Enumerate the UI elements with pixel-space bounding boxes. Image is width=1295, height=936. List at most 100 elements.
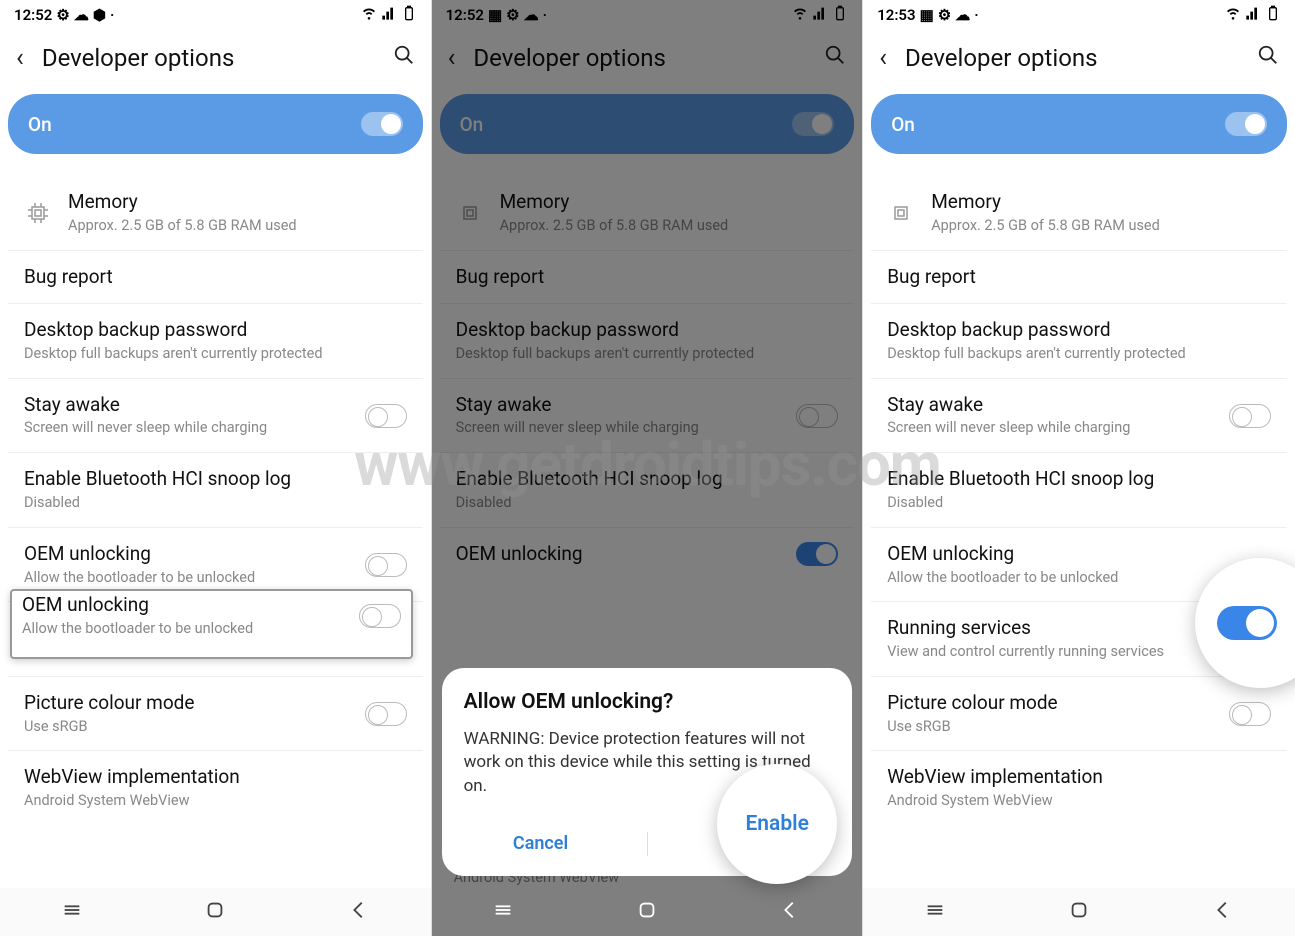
phone-screen-1: 12:52 ⚙ ☁ ⬢ · ‹ Developer options <box>0 0 432 936</box>
oem-sub: Allow the bootloader to be unlocked <box>24 569 349 588</box>
web-title: WebView implementation <box>24 765 407 790</box>
stay-awake-sub: Screen will never sleep while charging <box>887 419 1213 438</box>
webview-item[interactable]: WebView implementation Android System We… <box>8 751 423 825</box>
web-title: WebView implementation <box>887 765 1271 790</box>
oem-title-hl: OEM unlocking <box>22 593 359 618</box>
bt-sub: Disabled <box>24 494 407 513</box>
dot-icon: · <box>110 6 114 24</box>
signal-icon <box>381 5 397 25</box>
nav-home[interactable] <box>636 899 658 925</box>
cloud-icon: ☁ <box>955 6 970 24</box>
master-toggle-switch[interactable] <box>1225 112 1267 136</box>
wifi-icon <box>361 5 377 25</box>
bt-sub: Disabled <box>887 494 1271 513</box>
stay-awake-toggle[interactable] <box>1229 404 1271 428</box>
cloud-icon: ☁ <box>74 6 89 24</box>
chip-icon <box>24 201 52 225</box>
phone-screen-3: 12:53 ▦ ⚙ ☁ · ‹ Developer options On <box>863 0 1295 936</box>
stay-awake-item[interactable]: Stay awake Screen will never sleep while… <box>871 379 1287 454</box>
memory-sub: Approx. 2.5 GB of 5.8 GB RAM used <box>68 217 407 236</box>
status-time: 12:53 <box>877 6 915 24</box>
dialog-separator <box>647 832 648 856</box>
picture-colour-item[interactable]: Picture colour mode Use sRGB <box>871 677 1287 752</box>
stay-awake-sub: Screen will never sleep while charging <box>24 419 349 438</box>
oem-title: OEM unlocking <box>24 542 349 567</box>
desktop-backup-item[interactable]: Desktop backup password Desktop full bac… <box>8 304 423 379</box>
stay-awake-toggle[interactable] <box>365 404 407 428</box>
picture-colour-toggle[interactable] <box>365 702 407 726</box>
master-toggle-label: On <box>28 113 52 136</box>
search-icon[interactable] <box>1257 44 1279 72</box>
pic-sub: Use sRGB <box>887 718 1213 737</box>
master-toggle-switch[interactable] <box>361 112 403 136</box>
bluetooth-hci-item[interactable]: Enable Bluetooth HCI snoop log Disabled <box>8 453 423 528</box>
status-time: 12:52 <box>14 6 52 24</box>
phone-screen-2: 12:52 ▦ ⚙ ☁ · ‹ Developer options On <box>432 0 864 936</box>
enable-highlight-circle: Enable <box>717 764 837 884</box>
status-bar: 12:53 ▦ ⚙ ☁ · <box>863 0 1295 30</box>
battery-icon <box>401 5 417 25</box>
bt-title: Enable Bluetooth HCI snoop log <box>887 467 1271 492</box>
dbp-title: Desktop backup password <box>24 318 407 343</box>
web-sub: Android System WebView <box>24 792 407 811</box>
gear-icon: ⚙ <box>938 6 951 24</box>
back-button[interactable]: ‹ <box>879 45 887 71</box>
memory-item[interactable]: Memory Approx. 2.5 GB of 5.8 GB RAM used <box>871 176 1287 251</box>
dialog-title: Allow OEM unlocking? <box>464 690 831 714</box>
webview-item[interactable]: WebView implementation Android System We… <box>871 751 1287 825</box>
web-sub: Android System WebView <box>887 792 1271 811</box>
oem-toggle[interactable] <box>365 553 407 577</box>
dot-icon: · <box>974 6 978 24</box>
oem-toggle-hl[interactable] <box>359 604 401 628</box>
shield-icon: ⬢ <box>93 6 106 24</box>
nav-back[interactable] <box>348 899 370 925</box>
picture-colour-toggle[interactable] <box>1229 702 1271 726</box>
signal-icon <box>1245 5 1261 25</box>
dbp-title: Desktop backup password <box>887 318 1271 343</box>
nav-recents[interactable] <box>924 899 946 925</box>
nav-recents[interactable] <box>492 899 514 925</box>
bug-report-item[interactable]: Bug report <box>8 251 423 305</box>
stay-awake-title: Stay awake <box>24 393 349 418</box>
run-sub: View and control currently running servi… <box>24 643 407 662</box>
image-icon: ▦ <box>920 6 934 24</box>
back-button[interactable]: ‹ <box>16 45 24 71</box>
pic-sub: Use sRGB <box>24 718 349 737</box>
dbp-sub: Desktop full backups aren't currently pr… <box>24 345 407 364</box>
oem-sub-hl: Allow the bootloader to be unlocked <box>22 620 359 639</box>
status-bar: 12:52 ⚙ ☁ ⬢ · <box>0 0 431 30</box>
bug-report-title: Bug report <box>887 265 1271 290</box>
nav-back[interactable] <box>779 899 801 925</box>
nav-back[interactable] <box>1212 899 1234 925</box>
master-toggle-row[interactable]: On <box>8 94 423 154</box>
oem-unlocking-item[interactable]: OEM unlocking Allow the bootloader to be… <box>8 528 423 603</box>
page-title: Developer options <box>905 44 1239 72</box>
oem-toggle-on[interactable] <box>1217 606 1277 640</box>
nav-home[interactable] <box>204 899 226 925</box>
pic-title: Picture colour mode <box>887 691 1213 716</box>
memory-title: Memory <box>931 190 1271 215</box>
bt-title: Enable Bluetooth HCI snoop log <box>24 467 407 492</box>
master-toggle-row[interactable]: On <box>871 94 1287 154</box>
bug-report-item[interactable]: Bug report <box>871 251 1287 305</box>
master-toggle-label: On <box>891 113 915 136</box>
gear-icon: ⚙ <box>56 6 69 24</box>
desktop-backup-item[interactable]: Desktop backup password Desktop full bac… <box>871 304 1287 379</box>
page-title: Developer options <box>42 44 375 72</box>
memory-sub: Approx. 2.5 GB of 5.8 GB RAM used <box>931 217 1271 236</box>
nav-home[interactable] <box>1068 899 1090 925</box>
chip-icon <box>887 201 915 225</box>
oem-title: OEM unlocking <box>887 542 1271 567</box>
stay-awake-item[interactable]: Stay awake Screen will never sleep while… <box>8 379 423 454</box>
cancel-button[interactable]: Cancel <box>493 823 588 864</box>
search-icon[interactable] <box>393 44 415 72</box>
memory-title: Memory <box>68 190 407 215</box>
bluetooth-hci-item[interactable]: Enable Bluetooth HCI snoop log Disabled <box>871 453 1287 528</box>
pic-title: Picture colour mode <box>24 691 349 716</box>
bug-report-title: Bug report <box>24 265 407 290</box>
enable-button-hl[interactable]: Enable <box>745 812 808 836</box>
battery-icon <box>1265 5 1281 25</box>
picture-colour-item[interactable]: Picture colour mode Use sRGB <box>8 677 423 752</box>
nav-recents[interactable] <box>61 899 83 925</box>
memory-item[interactable]: Memory Approx. 2.5 GB of 5.8 GB RAM used <box>8 176 423 251</box>
